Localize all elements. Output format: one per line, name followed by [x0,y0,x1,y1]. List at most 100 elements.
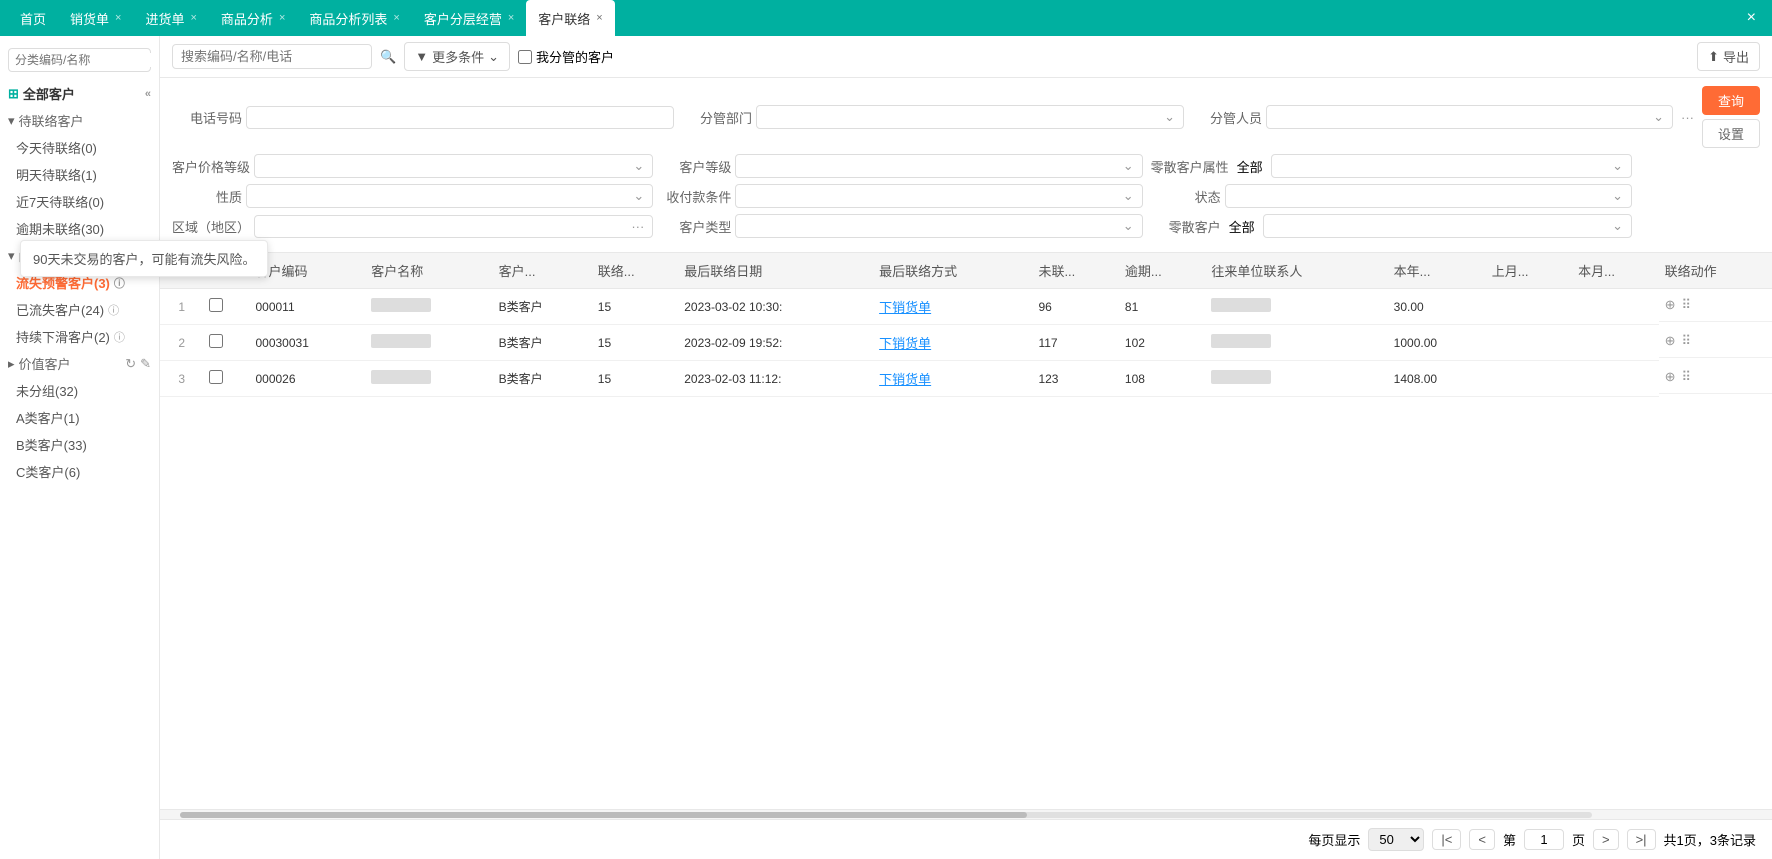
action-more-icon-2[interactable]: ⠿ [1682,369,1692,385]
row-type-1: B类客户 [493,325,592,361]
nav-product-analysis[interactable]: 商品分析 × [209,0,297,36]
last-page-btn[interactable]: >| [1627,829,1656,850]
collapse-all-icon[interactable]: « [145,88,151,100]
sidebar-all-customers[interactable]: ⊞ 全部客户 « [0,80,159,107]
search-input[interactable] [172,44,372,69]
status-select[interactable]: ⌄ [1225,184,1632,208]
first-page-btn[interactable]: |< [1432,829,1461,850]
action-link-icon-2[interactable]: ⊕ [1665,369,1676,385]
status-arrow-icon: ⌄ [1612,188,1623,204]
sidebar-item-class-a[interactable]: A类客户(1) [0,404,159,431]
col-customer-type: 客户... [493,253,592,289]
row-checkbox-1[interactable] [203,325,249,361]
export-btn[interactable]: ⬆ 导出 [1697,42,1760,71]
refresh-value-icon[interactable]: ↻ [125,356,136,372]
region-select[interactable]: ··· [254,215,653,238]
sidebar-item-declining[interactable]: 持续下滑客户(2) ⓘ [0,323,159,350]
arrow-problem-icon: ▾ [8,248,15,264]
manager-more-icon[interactable]: ··· [1681,110,1694,125]
dept-arrow-icon: ⌄ [1164,109,1175,125]
dept-select[interactable]: ⌄ [756,105,1184,129]
row-last-date-0: 2023-03-02 10:30: [678,289,873,325]
row-actions-2[interactable]: ⊕ ⠿ [1659,361,1772,394]
scattered-attr-select[interactable]: ⌄ [1271,154,1632,178]
customer-type-select[interactable]: ⌄ [735,214,1142,238]
prev-page-btn[interactable]: < [1469,829,1495,850]
row-actions-1[interactable]: ⊕ ⠿ [1659,325,1772,358]
nav-purchase[interactable]: 进货单 × [133,0,208,36]
section-pending-contact[interactable]: ▾ 待联络客户 [0,107,159,134]
scrollbar-thumb[interactable] [180,812,1027,818]
row-liaison-1 [1205,325,1387,361]
row-this-month-1 [1572,325,1658,361]
nav-customer-contact[interactable]: 客户联络 × [526,0,614,36]
close-all-button[interactable]: × [1739,9,1764,27]
sidebar-item-ungrouped[interactable]: 未分组(32) [0,377,159,404]
customers-table: ⚙ 客户编码 客户名称 客户... 联络... 最后联络日期 最后联络方式 未联… [160,253,1772,397]
sidebar-item-7days[interactable]: 近7天待联络(0) [0,188,159,215]
scattered-customer-select[interactable]: ⌄ [1263,214,1632,238]
close-list-icon[interactable]: × [393,12,399,24]
filter-row-4: 区域（地区） ··· 客户类型 ⌄ 零散客户 全部 [172,214,1760,238]
nav-sales[interactable]: 销货单 × [58,0,133,36]
nav-product-list[interactable]: 商品分析列表 × [297,0,411,36]
search-btn-icon[interactable]: 🔍 [380,49,396,65]
row-code-0: 000011 [249,289,365,325]
close-sales-icon[interactable]: × [115,12,121,24]
sidebar-item-class-c[interactable]: C类客户(6) [0,458,159,485]
nav-home[interactable]: 首页 [8,0,58,36]
row-last-method-1[interactable]: 下销货单 [873,325,1032,361]
action-link-icon-1[interactable]: ⊕ [1665,333,1676,349]
sidebar-item-overdue[interactable]: 逾期未联络(30) [0,215,159,242]
section-value-customers[interactable]: ▸ 价值客户 ↻ ✎ [0,350,159,377]
action-more-icon-1[interactable]: ⠿ [1682,333,1692,349]
filter-row-3: 性质 ⌄ 收付款条件 ⌄ 状态 [172,184,1760,208]
sidebar-search-box[interactable]: 🔍 [8,48,151,72]
query-btn[interactable]: 查询 [1702,86,1760,115]
churned-info-icon[interactable]: ⓘ [108,302,119,318]
nature-select[interactable]: ⌄ [246,184,653,208]
action-more-icon-0[interactable]: ⠿ [1682,297,1692,313]
sidebar-item-today[interactable]: 今天待联络(0) [0,134,159,161]
row-checkbox-0[interactable] [203,289,249,325]
filter-icon: ▼ [415,49,428,64]
declining-info-icon[interactable]: ⓘ [114,329,125,345]
my-customers-checkbox-label[interactable]: 我分管的客户 [518,47,614,66]
region-more-icon[interactable]: ··· [631,219,644,234]
customer-level-select[interactable]: ⌄ [735,154,1142,178]
sidebar-item-tomorrow[interactable]: 明天待联络(1) [0,161,159,188]
row-code-1: 00030031 [249,325,365,361]
row-checkbox-2[interactable] [203,361,249,397]
my-customers-checkbox[interactable] [518,50,532,64]
row-actions-0[interactable]: ⊕ ⠿ [1659,289,1772,322]
close-analysis-icon[interactable]: × [279,12,285,24]
sidebar-item-class-b[interactable]: B类客户(33) [0,431,159,458]
close-tier-icon[interactable]: × [508,12,514,24]
action-link-icon-0[interactable]: ⊕ [1665,297,1676,313]
more-conditions-btn[interactable]: ▼ 更多条件 ⌄ [404,42,510,71]
page-size-select[interactable]: 2050100200 [1368,828,1424,851]
col-overdue: 逾期... [1119,253,1205,289]
sidebar-item-churned[interactable]: 已流失客户(24) ⓘ [0,296,159,323]
next-page-btn[interactable]: > [1593,829,1619,850]
sidebar: 🔍 ⊞ 全部客户 « ▾ 待联络客户 今天待联络(0) 明天待联络(1) 近7天… [0,36,160,859]
nav-customer-tier[interactable]: 客户分层经营 × [412,0,526,36]
phone-input[interactable] [246,106,674,129]
price-level-select[interactable]: ⌄ [254,154,653,178]
scrollbar-track[interactable] [180,812,1592,818]
horizontal-scrollbar[interactable] [160,809,1772,819]
close-contact-icon[interactable]: × [596,12,602,24]
row-last-method-0[interactable]: 下销货单 [873,289,1032,325]
page-number-input[interactable] [1524,829,1564,850]
payment-select[interactable]: ⌄ [735,184,1142,208]
filter-customer-level: 客户等级 ⌄ [661,154,1142,178]
row-type-2: B类客户 [493,361,592,397]
settings-btn[interactable]: 设置 [1702,119,1760,148]
sidebar-search-input[interactable] [15,53,160,67]
row-last-method-2[interactable]: 下销货单 [873,361,1032,397]
edit-value-icon[interactable]: ✎ [140,356,151,372]
close-purchase-icon[interactable]: × [190,12,196,24]
col-last-contact-date: 最后联络日期 [678,253,873,289]
manager-select[interactable]: ⌄ [1266,105,1673,129]
customer-type-arrow-icon: ⌄ [1123,218,1134,234]
